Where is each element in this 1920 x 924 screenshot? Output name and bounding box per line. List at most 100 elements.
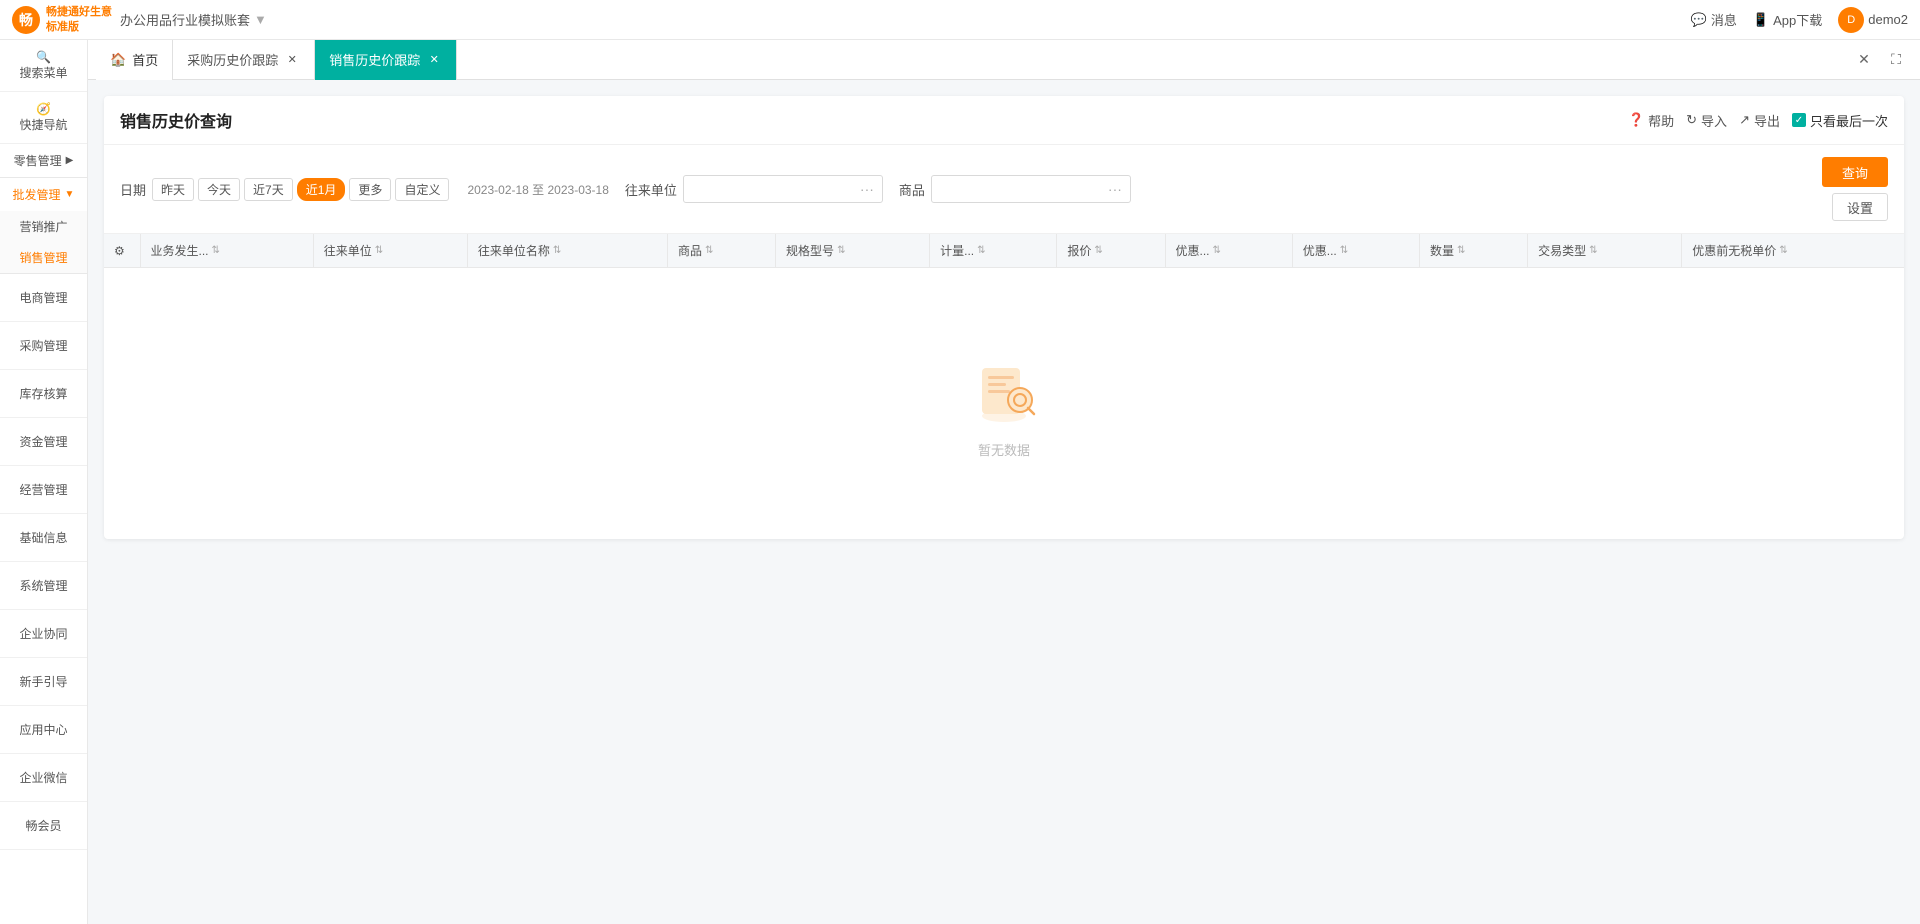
- date-btn-1month[interactable]: 近1月: [297, 178, 346, 201]
- sort-icon-discount2: ⇅: [1340, 245, 1348, 256]
- column-discount2[interactable]: 优惠... ⇅: [1292, 234, 1419, 268]
- sort-icon-trade-type: ⇅: [1589, 245, 1597, 256]
- tab-maximize-btn[interactable]: ⛶: [1884, 48, 1908, 72]
- settings-button[interactable]: 设置: [1832, 193, 1888, 221]
- sidebar-item-operation[interactable]: 经营管理: [0, 466, 87, 514]
- top-bar-left: 畅 畅捷通好生意 标准版 办公用品行业模拟账套 ▼: [12, 5, 267, 34]
- date-btn-custom[interactable]: 自定义: [395, 178, 449, 201]
- date-btn-more[interactable]: 更多: [349, 178, 391, 201]
- sort-icon-partner-name: ⇅: [553, 245, 561, 256]
- main-card: 销售历史价查询 ❓ 帮助 ↻ 导入 ↗ 导出: [104, 96, 1904, 539]
- column-trade-type[interactable]: 交易类型 ⇅: [1528, 234, 1682, 268]
- sidebar-item-basic[interactable]: 基础信息: [0, 514, 87, 562]
- sidebar-item-finance[interactable]: 资金管理: [0, 418, 87, 466]
- logo-text: 畅捷通好生意 标准版: [46, 5, 112, 34]
- top-bar-title: 办公用品行业模拟账套 ▼: [120, 10, 267, 29]
- tab-home[interactable]: 🏠 首页: [96, 40, 173, 80]
- dropdown-arrow-icon[interactable]: ▼: [254, 12, 267, 27]
- product-label: 商品: [899, 180, 925, 199]
- sidebar-item-inventory[interactable]: 库存核算: [0, 370, 87, 418]
- column-biz-date[interactable]: 业务发生... ⇅: [140, 234, 313, 268]
- sidebar-sub-item-sales[interactable]: 销售管理: [0, 242, 87, 273]
- sidebar-item-guide[interactable]: 新手引导: [0, 658, 87, 706]
- product-dots-btn[interactable]: ···: [1108, 181, 1122, 197]
- partner-dots-btn[interactable]: ···: [860, 181, 874, 197]
- top-bar: 畅 畅捷通好生意 标准版 办公用品行业模拟账套 ▼ 💬 消息 📱 App下载 D…: [0, 0, 1920, 40]
- sort-icon-unit: ⇅: [977, 245, 985, 256]
- product-form-group: 商品 ···: [899, 175, 1131, 203]
- page-title: 销售历史价查询: [120, 108, 232, 132]
- sidebar-item-wechat[interactable]: 企业微信: [0, 754, 87, 802]
- export-btn[interactable]: ↗ 导出: [1739, 111, 1780, 130]
- column-spec[interactable]: 规格型号 ⇅: [776, 234, 930, 268]
- column-unit[interactable]: 计量... ⇅: [930, 234, 1057, 268]
- sidebar-item-quicknav[interactable]: 🧭 快捷导航: [0, 92, 87, 144]
- date-btn-yesterday[interactable]: 昨天: [152, 178, 194, 201]
- top-bar-right: 💬 消息 📱 App下载 D demo2: [1691, 7, 1908, 33]
- chevron-down-icon: ▼: [65, 189, 75, 200]
- sidebar-item-wholesale[interactable]: 批发管理 ▼: [0, 178, 87, 211]
- message-icon: 💬: [1691, 12, 1707, 28]
- main-layout: 🔍 搜索菜单 🧭 快捷导航 零售管理 ▶ 批发管理 ▼ 营销推广 销售管理: [0, 40, 1920, 924]
- sidebar-sub-item-marketing[interactable]: 营销推广: [0, 211, 87, 242]
- sidebar-section-retail: 零售管理 ▶: [0, 144, 87, 178]
- sidebar-item-purchase[interactable]: 采购管理: [0, 322, 87, 370]
- page-header: 销售历史价查询 ❓ 帮助 ↻ 导入 ↗ 导出: [104, 96, 1904, 145]
- sort-icon-partner-code: ⇅: [375, 245, 383, 256]
- form-right-actions: 查询 设置: [1822, 157, 1888, 221]
- column-quoted-price[interactable]: 报价 ⇅: [1057, 234, 1165, 268]
- query-button[interactable]: 查询: [1822, 157, 1888, 187]
- tab-bar-actions: ✕ ⛶: [1852, 48, 1912, 72]
- column-quantity[interactable]: 数量 ⇅: [1420, 234, 1528, 268]
- help-btn[interactable]: ❓ 帮助: [1628, 111, 1674, 130]
- compass-icon: 🧭: [36, 102, 51, 116]
- date-btn-today[interactable]: 今天: [198, 178, 240, 201]
- partner-input[interactable]: ···: [683, 175, 883, 203]
- import-btn[interactable]: ↻ 导入: [1686, 111, 1727, 130]
- sidebar-item-ecommerce[interactable]: 电商管理: [0, 274, 87, 322]
- sidebar-section-wholesale: 批发管理 ▼ 营销推广 销售管理: [0, 178, 87, 274]
- sidebar-item-enterprise[interactable]: 企业协同: [0, 610, 87, 658]
- checkbox-icon: ✓: [1792, 113, 1806, 127]
- sort-icon-biz-date: ⇅: [212, 245, 220, 256]
- sidebar-item-retail[interactable]: 零售管理 ▶: [0, 144, 87, 177]
- tab-close-purchase[interactable]: ✕: [284, 52, 300, 68]
- empty-state: 暂无数据: [104, 268, 1904, 539]
- search-icon: 🔍: [36, 50, 51, 64]
- messages-btn[interactable]: 💬 消息: [1691, 10, 1737, 29]
- column-product[interactable]: 商品 ⇅: [667, 234, 775, 268]
- partner-label: 往来单位: [625, 180, 677, 199]
- date-btn-7days[interactable]: 近7天: [244, 178, 293, 201]
- sort-icon-product: ⇅: [705, 245, 713, 256]
- chevron-right-icon: ▶: [66, 155, 74, 166]
- user-area[interactable]: D demo2: [1838, 7, 1908, 33]
- app-download-btn[interactable]: 📱 App下载: [1753, 10, 1822, 29]
- phone-icon: 📱: [1753, 12, 1769, 28]
- logo-area: 畅 畅捷通好生意 标准版: [12, 5, 112, 34]
- column-partner-code[interactable]: 往来单位 ⇅: [313, 234, 467, 268]
- gear-icon[interactable]: ⚙: [114, 244, 125, 258]
- tab-sales-track[interactable]: 销售历史价跟踪 ✕: [315, 40, 457, 80]
- column-partner-name[interactable]: 往来单位名称 ⇅: [467, 234, 667, 268]
- sort-icon-quoted-price: ⇅: [1094, 245, 1102, 256]
- table-container: ⚙ 业务发生... ⇅ 往来单: [104, 234, 1904, 539]
- sidebar-item-system[interactable]: 系统管理: [0, 562, 87, 610]
- only-last-checkbox[interactable]: ✓ 只看最后一次: [1792, 111, 1888, 130]
- tab-purchase-track[interactable]: 采购历史价跟踪 ✕: [173, 40, 315, 80]
- column-discount1[interactable]: 优惠... ⇅: [1165, 234, 1292, 268]
- empty-text: 暂无数据: [978, 440, 1030, 459]
- import-icon: ↻: [1686, 112, 1697, 128]
- tab-close-all-btn[interactable]: ✕: [1852, 48, 1876, 72]
- sidebar-item-app-center[interactable]: 应用中心: [0, 706, 87, 754]
- sidebar-item-member[interactable]: 畅会员: [0, 802, 87, 850]
- tab-close-sales[interactable]: ✕: [426, 52, 442, 68]
- product-input[interactable]: ···: [931, 175, 1131, 203]
- date-range-display: 2023-02-18 至 2023-03-18: [467, 181, 608, 198]
- column-gear: ⚙: [104, 234, 140, 268]
- empty-icon: [964, 348, 1044, 428]
- column-pre-tax-price[interactable]: 优惠前无税单价 ⇅: [1682, 234, 1904, 268]
- sidebar-item-search[interactable]: 🔍 搜索菜单: [0, 40, 87, 92]
- user-avatar: D: [1838, 7, 1864, 33]
- date-range-btns: 昨天 今天 近7天 近1月 更多 自定义: [152, 178, 449, 201]
- page-content: 销售历史价查询 ❓ 帮助 ↻ 导入 ↗ 导出: [88, 80, 1920, 924]
